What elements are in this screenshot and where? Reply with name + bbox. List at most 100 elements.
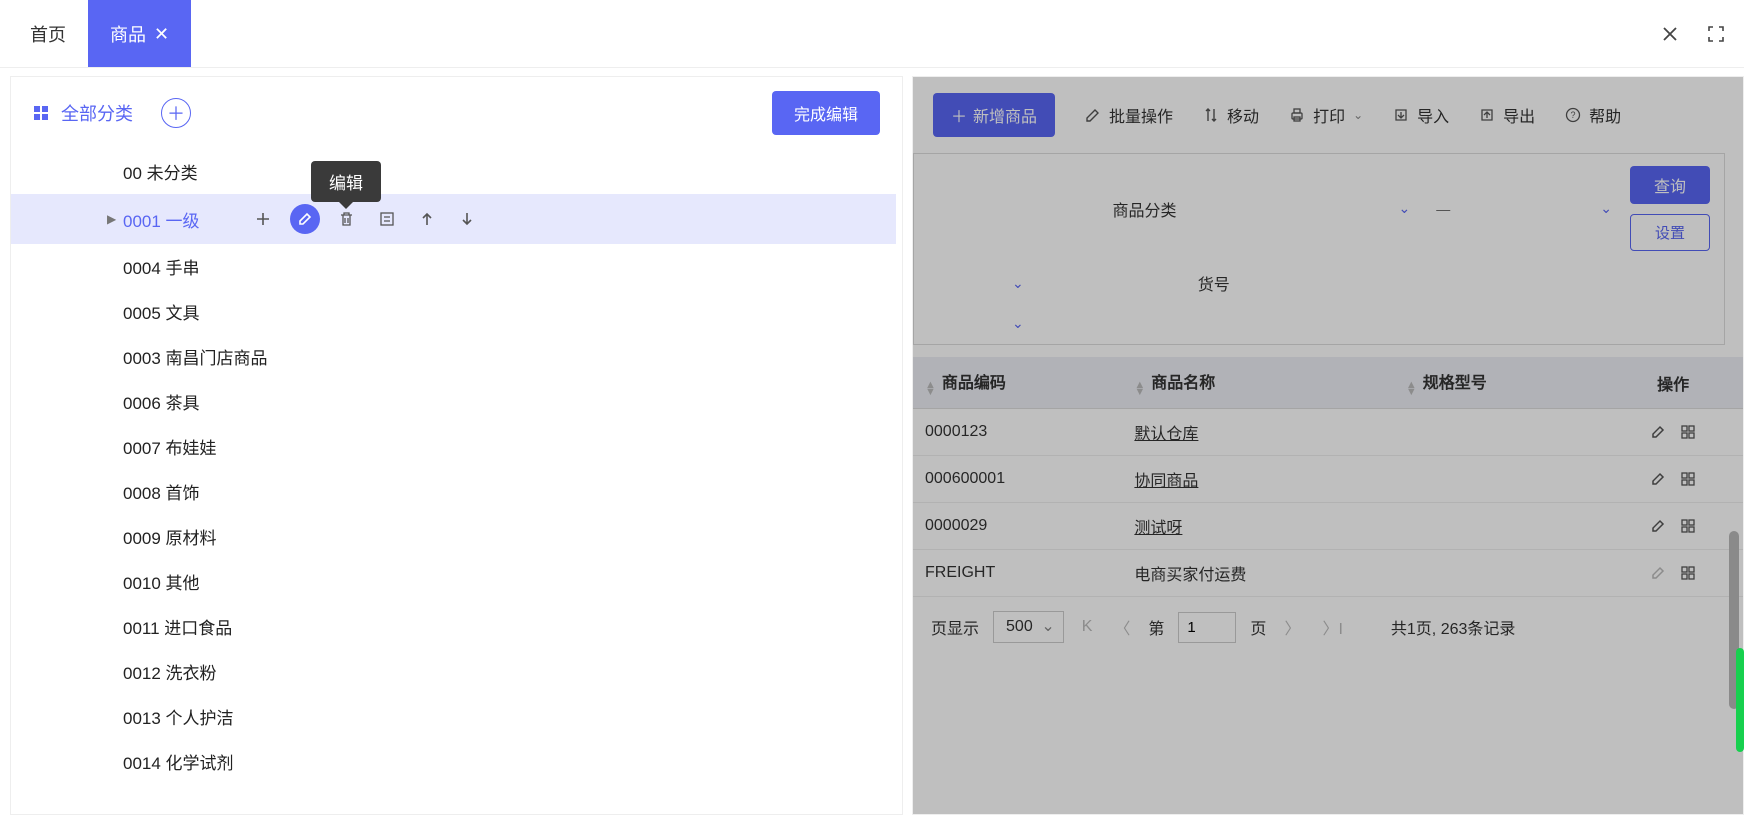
product-name-link[interactable]: 协同商品 xyxy=(1134,473,1198,490)
row-more-icon[interactable] xyxy=(1680,518,1696,534)
category-label: 0008 首饰 xyxy=(123,479,200,504)
page-input[interactable] xyxy=(1178,612,1236,643)
import-button[interactable]: 导入 xyxy=(1393,103,1449,127)
category-label: 0004 手串 xyxy=(123,254,200,279)
export-label: 导出 xyxy=(1503,103,1535,127)
category-item[interactable]: 0006 茶具 xyxy=(11,379,896,424)
hierarchy-icon[interactable] xyxy=(374,206,400,232)
chevron-down-icon[interactable]: ⌄ xyxy=(1399,200,1411,217)
category-label: 0013 个人护洁 xyxy=(123,704,234,729)
category-label: 0003 南昌门店商品 xyxy=(123,344,268,369)
category-item[interactable]: 0008 首饰 xyxy=(11,469,896,514)
fullscreen-button[interactable] xyxy=(1696,14,1736,54)
tab-products[interactable]: 商品 ✕ xyxy=(88,0,191,67)
category-item[interactable]: 0011 进口食品 xyxy=(11,604,896,649)
category-item[interactable]: ▶0001 一级 xyxy=(11,194,896,244)
category-label: 0009 原材料 xyxy=(123,524,217,549)
chevron-down-icon[interactable]: ⌄ xyxy=(1600,200,1612,217)
category-item[interactable]: 0012 洗衣粉 xyxy=(11,649,896,694)
col-code[interactable]: ▲▼商品编码 xyxy=(913,357,1122,409)
cell-name: 测试呀 xyxy=(1122,503,1393,550)
category-item[interactable]: 0003 南昌门店商品 xyxy=(11,334,896,379)
help-icon: ? xyxy=(1565,107,1581,123)
product-name-link[interactable]: 测试呀 xyxy=(1134,520,1182,537)
plus-icon: ＋ xyxy=(951,103,967,127)
add-category-button[interactable]: ＋ xyxy=(161,98,191,128)
category-filter-input-2[interactable] xyxy=(1476,200,1576,218)
row-edit-icon[interactable] xyxy=(1650,518,1666,534)
row-edit-icon[interactable] xyxy=(1650,424,1666,440)
category-item[interactable]: 0007 布娃娃 xyxy=(11,424,896,469)
col-spec[interactable]: ▲▼规格型号 xyxy=(1394,357,1603,409)
category-filter-input[interactable] xyxy=(1195,200,1375,218)
tab-bar: 首页 商品 ✕ xyxy=(0,0,1744,68)
cell-code: 000600001 xyxy=(913,456,1122,503)
export-button[interactable]: 导出 xyxy=(1479,103,1535,127)
filter-settings-button[interactable]: 设置 xyxy=(1630,214,1710,251)
batch-operation-button[interactable]: 批量操作 xyxy=(1085,103,1173,127)
category-item[interactable]: 0010 其他 xyxy=(11,559,896,604)
sku-filter-input[interactable] xyxy=(1248,274,1428,292)
page-label-suffix: 页 xyxy=(1250,615,1266,639)
cell-ops xyxy=(1603,503,1743,550)
row-edit-icon[interactable] xyxy=(1650,471,1666,487)
finish-edit-button[interactable]: 完成编辑 xyxy=(772,91,880,135)
per-page-label: 页显示 xyxy=(931,615,979,639)
row-more-icon[interactable] xyxy=(1680,565,1696,581)
move-up-icon[interactable] xyxy=(414,206,440,232)
move-button[interactable]: 移动 xyxy=(1203,103,1259,127)
category-item[interactable]: 0009 原材料 xyxy=(11,514,896,559)
category-label: 0006 茶具 xyxy=(123,389,200,414)
batch-operation-label: 批量操作 xyxy=(1109,103,1173,127)
row-more-icon[interactable] xyxy=(1680,471,1696,487)
category-label: 0011 进口食品 xyxy=(123,614,232,639)
last-page-button[interactable]: 〉I xyxy=(1318,611,1346,643)
delete-icon[interactable] xyxy=(334,206,360,232)
col-name[interactable]: ▲▼商品名称 xyxy=(1122,357,1393,409)
filter-settings-label: 设置 xyxy=(1655,225,1685,242)
print-icon xyxy=(1289,107,1305,123)
tab-home-label: 首页 xyxy=(30,21,66,47)
per-page-select[interactable]: 500 xyxy=(993,611,1064,643)
cell-code: FREIGHT xyxy=(913,550,1122,597)
import-label: 导入 xyxy=(1417,103,1449,127)
category-item[interactable]: 0004 手串 xyxy=(11,244,896,289)
row-more-icon[interactable] xyxy=(1680,424,1696,440)
close-icon[interactable]: ✕ xyxy=(154,25,169,43)
fullscreen-icon xyxy=(1707,25,1725,43)
chevron-down-icon[interactable]: ⌄ xyxy=(1012,315,1024,332)
move-down-icon[interactable] xyxy=(454,206,480,232)
category-item[interactable]: 0014 化学试剂 xyxy=(11,739,896,784)
range-dash: — xyxy=(1436,201,1450,217)
edit-tooltip: 编辑 xyxy=(311,161,381,202)
print-label: 打印 xyxy=(1313,103,1345,127)
next-page-button[interactable]: 〉 xyxy=(1280,611,1304,643)
sort-icon: ▲▼ xyxy=(1134,382,1145,396)
first-page-button[interactable]: K xyxy=(1078,614,1097,640)
add-child-icon[interactable] xyxy=(250,206,276,232)
import-icon xyxy=(1393,107,1409,123)
cell-spec xyxy=(1394,503,1603,550)
add-product-button[interactable]: ＋ 新增商品 xyxy=(933,93,1055,137)
category-label: 00 未分类 xyxy=(123,159,198,184)
category-item[interactable]: 00 未分类 xyxy=(11,149,896,194)
caret-right-icon: ▶ xyxy=(107,212,116,226)
all-categories-title[interactable]: 全部分类 xyxy=(61,100,133,126)
cell-name: 默认仓库 xyxy=(1122,409,1393,456)
query-button[interactable]: 查询 xyxy=(1630,166,1710,204)
category-item[interactable]: 0005 文具 xyxy=(11,289,896,334)
row-edit-icon xyxy=(1650,565,1666,581)
filter-panel: 商品分类 ⌄ — ⌄ 查询 设置 ⌄ 货号 xyxy=(913,153,1725,345)
chevron-down-icon[interactable]: ⌄ xyxy=(1012,275,1024,292)
help-label: 帮助 xyxy=(1589,103,1621,127)
category-item[interactable]: 0013 个人护洁 xyxy=(11,694,896,739)
close-all-tabs-button[interactable] xyxy=(1650,14,1690,54)
product-name-link[interactable]: 默认仓库 xyxy=(1134,426,1198,443)
help-button[interactable]: ? 帮助 xyxy=(1565,103,1621,127)
print-button[interactable]: 打印 ⌄ xyxy=(1289,103,1363,127)
prev-page-button[interactable]: 〈 xyxy=(1110,611,1134,643)
edit-icon[interactable] xyxy=(290,204,320,234)
category-tree: 00 未分类 ▶0001 一级 0004 手串 0005 文具 0003 南昌门店商品 0… xyxy=(11,149,902,815)
tab-home[interactable]: 首页 xyxy=(8,0,88,67)
cell-code: 0000123 xyxy=(913,409,1122,456)
